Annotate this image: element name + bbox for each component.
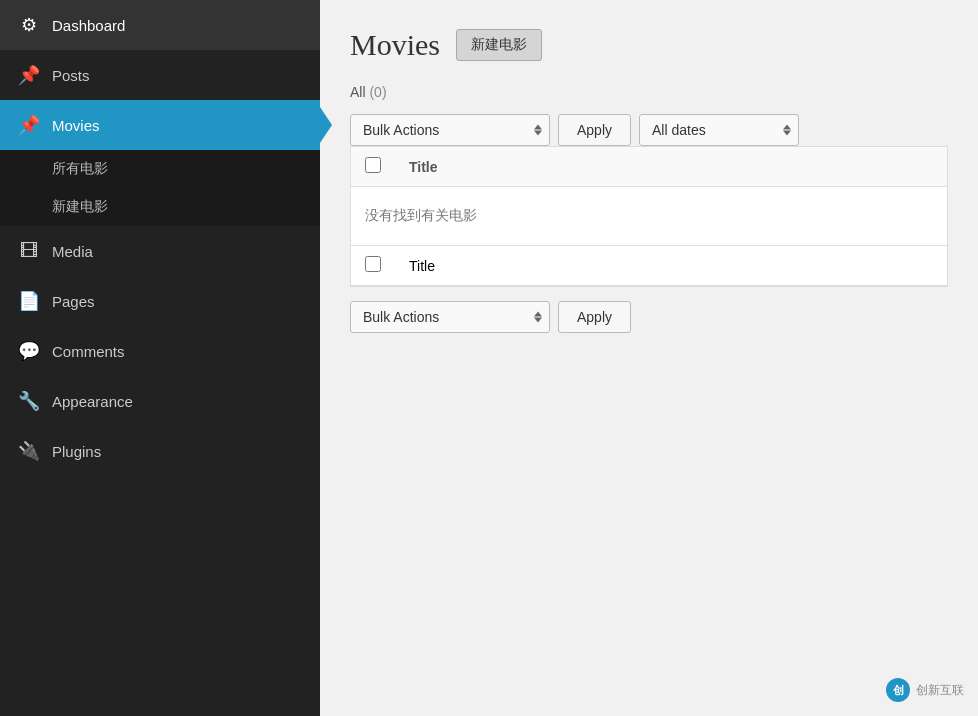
table-footer-row: Title (351, 246, 947, 286)
footer-title-cell: Title (395, 246, 947, 286)
sidebar-item-label: Appearance (52, 393, 133, 410)
empty-message: 没有找到有关电影 (351, 187, 947, 246)
comments-icon: 💬 (18, 340, 40, 362)
footer-checkbox-cell (351, 246, 395, 286)
footer-checkbox[interactable] (365, 256, 381, 272)
filter-all-label: All (350, 84, 366, 100)
submenu-item-new-movie[interactable]: 新建电影 (0, 188, 320, 226)
page-title: Movies (350, 28, 440, 62)
bulk-actions-select-bottom[interactable]: Bulk Actions Edit Move to Trash (350, 301, 550, 333)
dates-select-wrapper: All dates (639, 114, 799, 146)
sidebar-item-dashboard[interactable]: ⚙ Dashboard (0, 0, 320, 50)
movies-icon: 📌 (18, 114, 40, 136)
top-toolbar: Bulk Actions Edit Move to Trash Apply Al… (350, 114, 948, 146)
sidebar-item-label: Dashboard (52, 17, 125, 34)
sidebar-item-label: Comments (52, 343, 125, 360)
movies-table: Title 没有找到有关电影 Title (351, 147, 947, 286)
table-body: 没有找到有关电影 Title (351, 187, 947, 286)
filter-count: (0) (369, 84, 386, 100)
sidebar-item-comments[interactable]: 💬 Comments (0, 326, 320, 376)
watermark: 创 创新互联 (886, 678, 964, 702)
sidebar-item-label: Posts (52, 67, 90, 84)
select-all-checkbox[interactable] (365, 157, 381, 173)
sidebar-item-appearance[interactable]: 🔧 Appearance (0, 376, 320, 426)
sidebar-item-label: Movies (52, 117, 100, 134)
sidebar-item-plugins[interactable]: 🔌 Plugins (0, 426, 320, 476)
media-icon: 🎞 (18, 240, 40, 262)
pages-icon: 📄 (18, 290, 40, 312)
sidebar-item-pages[interactable]: 📄 Pages (0, 276, 320, 326)
watermark-logo: 创 (886, 678, 910, 702)
posts-icon: 📌 (18, 64, 40, 86)
submenu-item-all-movies[interactable]: 所有电影 (0, 150, 320, 188)
sidebar-item-label: Media (52, 243, 93, 260)
sidebar-item-label: Plugins (52, 443, 101, 460)
sidebar-item-media[interactable]: 🎞 Media (0, 226, 320, 276)
dashboard-icon: ⚙ (18, 14, 40, 36)
header-title-cell: Title (395, 147, 947, 187)
main-content: Movies 新建电影 All (0) Bulk Actions Edit Mo… (320, 0, 978, 716)
movies-submenu: 所有电影 新建电影 (0, 150, 320, 226)
header-title-label: Title (409, 159, 438, 175)
watermark-text: 创新互联 (916, 682, 964, 699)
new-movie-button[interactable]: 新建电影 (456, 29, 542, 61)
bulk-actions-select-top[interactable]: Bulk Actions Edit Move to Trash (350, 114, 550, 146)
movies-table-container: Title 没有找到有关电影 Title (350, 146, 948, 287)
sidebar-item-movies[interactable]: 📌 Movies (0, 100, 320, 150)
header-checkbox-cell (351, 147, 395, 187)
apply-button-top[interactable]: Apply (558, 114, 631, 146)
filter-bar: All (0) (350, 84, 948, 100)
page-header: Movies 新建电影 (350, 28, 948, 62)
filter-all-link[interactable]: All (0) (350, 84, 387, 100)
sidebar-item-label: Pages (52, 293, 95, 310)
sidebar: ⚙ Dashboard 📌 Posts 📌 Movies 所有电影 新建电影 🎞… (0, 0, 320, 716)
bulk-actions-wrapper: Bulk Actions Edit Move to Trash (350, 114, 550, 146)
appearance-icon: 🔧 (18, 390, 40, 412)
table-header-row: Title (351, 147, 947, 187)
sidebar-item-posts[interactable]: 📌 Posts (0, 50, 320, 100)
apply-button-bottom[interactable]: Apply (558, 301, 631, 333)
bulk-actions-bottom-wrapper: Bulk Actions Edit Move to Trash (350, 301, 550, 333)
empty-row: 没有找到有关电影 (351, 187, 947, 246)
footer-title-label: Title (409, 258, 435, 274)
plugins-icon: 🔌 (18, 440, 40, 462)
bottom-toolbar: Bulk Actions Edit Move to Trash Apply (350, 301, 948, 333)
dates-select[interactable]: All dates (639, 114, 799, 146)
table-header: Title (351, 147, 947, 187)
